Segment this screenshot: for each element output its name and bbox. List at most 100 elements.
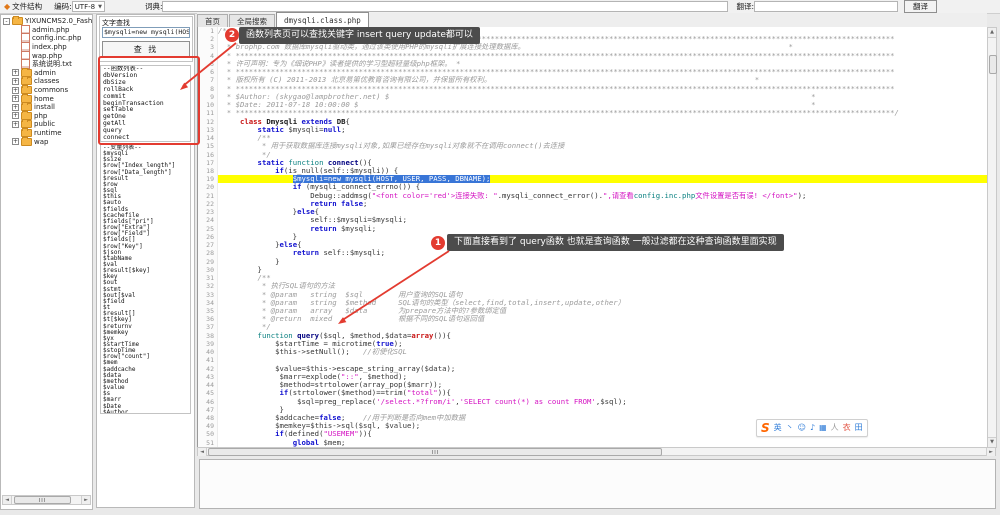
expander-icon[interactable]: +: [12, 95, 19, 103]
tree-item-wap[interactable]: + wap: [3, 136, 92, 146]
tab-item[interactable]: 首页: [197, 14, 228, 27]
line-number: 26: [198, 232, 218, 242]
variable-item-author[interactable]: $Author: [101, 409, 190, 413]
expander-icon[interactable]: +: [12, 120, 19, 128]
tree-item-public[interactable]: + public: [3, 119, 92, 129]
scroll-right-arrow-icon[interactable]: ►: [986, 447, 995, 456]
tab-item[interactable]: 全局搜索: [229, 14, 275, 27]
tree-item-home[interactable]: + home: [3, 93, 92, 103]
sogou-logo-icon[interactable]: S: [761, 422, 770, 434]
find-button[interactable]: 查 找: [102, 41, 190, 57]
tree-item-php[interactable]: + php: [3, 110, 92, 121]
encoding-select[interactable]: UTF-8 ▼: [71, 1, 105, 12]
tree-item-classes[interactable]: + classes: [3, 76, 92, 86]
line-number: 40: [198, 348, 218, 357]
tree-horizontal-scrollbar[interactable]: ◄ ►: [2, 495, 91, 505]
code-horizontal-scrollbar[interactable]: ◄ ►: [197, 447, 996, 456]
encoding-value: UTF-8: [74, 2, 96, 11]
find-input[interactable]: $mysqli=new mysqli(HOST, USER, PASS, DBN…: [102, 27, 190, 38]
code-line: 16 */: [198, 150, 987, 159]
annotation-badge-2: 2: [225, 28, 239, 42]
keyboard-icon[interactable]: ▦: [819, 423, 827, 433]
line-text: * **************************************…: [218, 68, 895, 77]
tree-item-config-inc-php[interactable]: config.inc.php: [3, 33, 92, 44]
emoji-icon[interactable]: ☺: [798, 423, 806, 433]
line-text: * **************************************…: [218, 51, 895, 60]
tree-item-yixuncms2-0-fashion-sh[interactable]: - YIXUNCMS2.0_Fashion_Sh: [3, 16, 92, 26]
top-toolbar: ◆ 文件结构 编码: UTF-8 ▼ 词典: 翻译: 翻译: [0, 0, 1000, 14]
line-number: 49: [198, 422, 218, 431]
expander-icon[interactable]: +: [12, 103, 19, 111]
tab-dmysqli-class-php[interactable]: dmysqli.class.php: [276, 12, 369, 27]
person-icon[interactable]: 人: [831, 423, 839, 433]
tree-item-txt[interactable]: 系统说明.txt: [3, 59, 92, 70]
tree-item-label: runtime: [34, 129, 62, 138]
code-line: 43 $marr=explode("::", $method);: [198, 372, 987, 382]
file-structure-button[interactable]: ◆ 文件结构: [4, 1, 42, 12]
code-line: 21 Debug::addmsg("<font color='red'>连接失败…: [198, 191, 987, 200]
tree-item-label: 系统说明.txt: [32, 60, 72, 69]
tree-item-admin-php[interactable]: admin.php: [3, 24, 92, 35]
scrollbar-thumb[interactable]: [208, 447, 662, 456]
code-line: 49 $memkey=$this->sql($sql, $value);: [198, 422, 987, 431]
expander-icon[interactable]: +: [12, 77, 19, 85]
scrollbar-thumb[interactable]: [14, 496, 71, 504]
skin-icon[interactable]: 衣: [843, 423, 851, 433]
code-line: 38 function query($sql, $method,$data=ar…: [198, 331, 987, 340]
ime-toolbar: S 英丶 ☺ ♪ ▦ 人衣田: [756, 419, 868, 437]
expander-icon[interactable]: +: [12, 86, 19, 94]
line-text: /**: [218, 134, 271, 143]
line-text: }: [218, 405, 284, 414]
tree-item-index-php[interactable]: index.php: [3, 42, 92, 53]
scroll-right-arrow-icon[interactable]: ►: [81, 496, 90, 504]
code-line: 9 * $Author: (skygao@lampbrother.net) $ …: [198, 92, 987, 102]
code-line: 7 * 版权所有 (C) 2011-2013 北京易第优教育咨询有限公司，并保留…: [198, 76, 987, 85]
line-number: 21: [198, 191, 218, 200]
line-number: 37: [198, 323, 218, 332]
scroll-down-arrow-icon[interactable]: ▼: [988, 437, 996, 447]
code-line: 24 self::$mysqli=$mysqli;: [198, 216, 987, 225]
tree-item-label: classes: [34, 77, 60, 86]
tree-item-install[interactable]: + install: [3, 102, 92, 112]
expander-icon[interactable]: +: [12, 138, 19, 146]
tree-item-admin[interactable]: + admin: [3, 67, 92, 78]
line-number: 29: [198, 257, 218, 266]
line-text: return $mysqli;: [310, 224, 377, 233]
line-text: }: [218, 257, 280, 266]
line-text: $this->setNull(); //初使化SQL: [275, 348, 407, 357]
function-item-connect[interactable]: connect: [101, 134, 190, 141]
scroll-left-arrow-icon[interactable]: ◄: [3, 496, 12, 504]
line-text: static function connect(){: [257, 158, 372, 167]
tree-item-commons[interactable]: + commons: [3, 85, 92, 95]
apostrophe-icon[interactable]: 丶: [786, 423, 794, 433]
code-vertical-scrollbar[interactable]: ▲ ▼: [987, 27, 997, 448]
line-number: 10: [198, 101, 218, 110]
expander-icon[interactable]: +: [12, 69, 19, 77]
code-line: 3 * brophp.com 数据库mysqli驱动类，通过该类使用PHP的my…: [198, 43, 987, 52]
line-number: 6: [198, 68, 218, 77]
line-number: 45: [198, 389, 218, 398]
line-text: $memkey=$this->sql($sql, $value);: [275, 422, 421, 431]
line-number: 22: [198, 199, 218, 209]
code-line: 46 $sql=preg_replace('/select.*?from/i',…: [198, 397, 987, 406]
scroll-up-arrow-icon[interactable]: ▲: [988, 28, 996, 38]
translate-input[interactable]: [754, 1, 899, 12]
line-text: $marr=explode("::", $method);: [279, 372, 407, 381]
line-number: 24: [198, 216, 218, 225]
expander-icon[interactable]: +: [12, 112, 19, 120]
expander-icon[interactable]: -: [3, 17, 10, 25]
line-text: class Dmysqli extends DB{: [239, 117, 350, 126]
scroll-left-arrow-icon[interactable]: ◄: [198, 447, 207, 456]
code-line: 35 * @param array $data 为prepare方法中的?参数绑…: [198, 306, 987, 316]
english-mode-icon[interactable]: 英: [774, 423, 782, 433]
translate-button[interactable]: 翻译: [904, 0, 938, 13]
line-number: 43: [198, 372, 218, 382]
voice-icon[interactable]: ♪: [810, 423, 815, 433]
dict-input[interactable]: [162, 1, 729, 12]
grid-icon[interactable]: 田: [855, 423, 863, 433]
tree-item-runtime[interactable]: runtime: [3, 128, 92, 138]
scrollbar-thumb[interactable]: [989, 55, 997, 74]
line-number: 50: [198, 430, 218, 439]
line-number: 30: [198, 265, 218, 275]
